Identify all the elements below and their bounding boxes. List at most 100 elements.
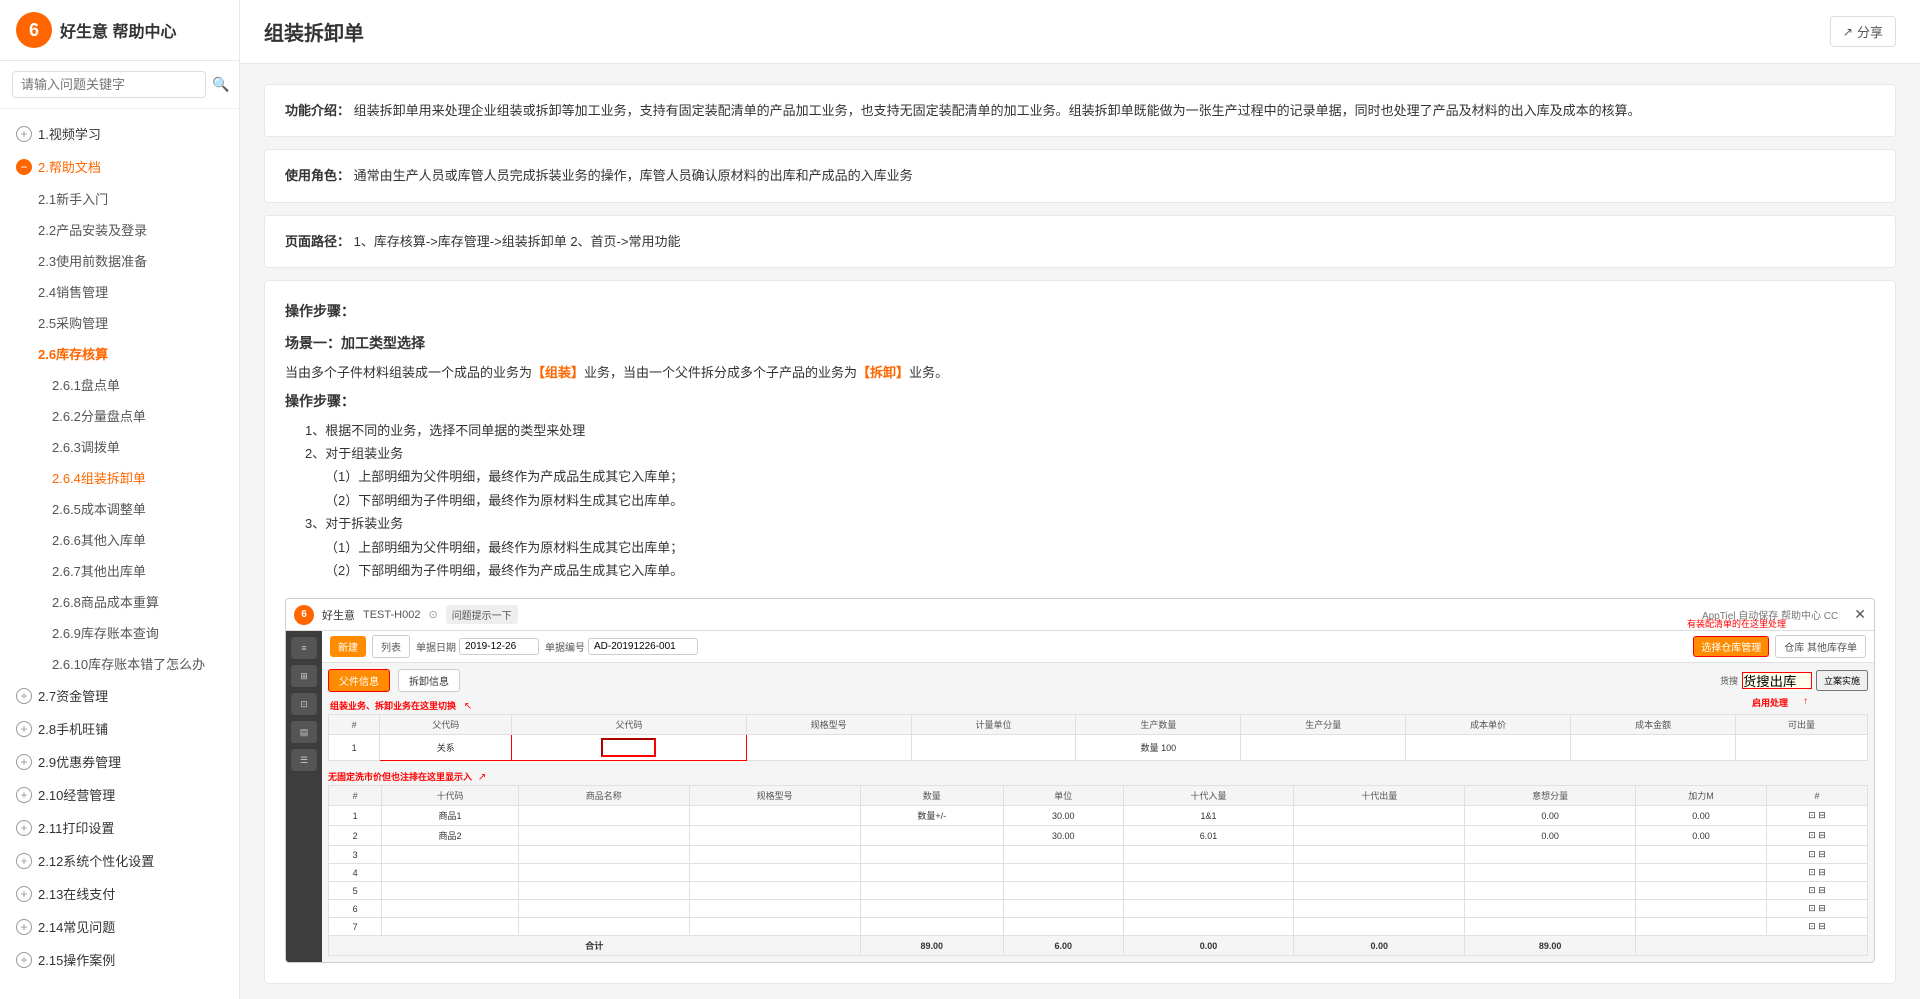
screenshot-inner: 6 好生意 TEST-H002 ⊙ 问题提示一下 AppTiel 自动保存 帮助…: [286, 599, 1874, 962]
ops-title: 操作步骤：: [285, 301, 1875, 321]
sidebar-item-purchase[interactable]: 2.5采购管理: [0, 307, 239, 338]
page-title: 组装拆卸单: [264, 17, 364, 46]
sku-input[interactable]: [588, 638, 698, 655]
sidebar-item-install[interactable]: 2.2产品安装及登录: [0, 214, 239, 245]
search-box: 🔍: [0, 61, 239, 109]
share-button[interactable]: ↗ 分享: [1830, 16, 1896, 47]
top-icon1: ⊙: [428, 608, 437, 621]
sidebar-item-inv266[interactable]: 2.6.6其他入库单: [0, 524, 239, 555]
app-sidebar-icon2[interactable]: ⊞: [291, 665, 317, 687]
nav-group-coupon: + 2.9优惠券管理: [0, 745, 239, 778]
sidebar-item-sales[interactable]: 2.4销售管理: [0, 276, 239, 307]
app-sidebar-icon3[interactable]: ⊡: [291, 693, 317, 715]
sidebar-header: 6 好生意 帮助中心: [0, 0, 239, 61]
top-btn-help[interactable]: 问题提示一下: [446, 605, 518, 624]
app-layout: ≡ ⊞ ⊡ ▤ ☰ 新建 列表: [286, 631, 1874, 962]
table-row: 1 商品1 数量+/- 30.00 1&1: [329, 806, 1868, 826]
sidebar-item-newbie[interactable]: 2.1新手入门: [0, 183, 239, 214]
footer-val2: 6.00: [1003, 936, 1123, 956]
sidebar-item-custom[interactable]: + 2.12系统个性化设置: [0, 844, 239, 877]
annotation-bottom: 无固定洗市价但也注排在这里显示入: [328, 772, 472, 782]
sidebar-item-data-prep[interactable]: 2.3使用前数据准备: [0, 245, 239, 276]
site-title: 好生意 帮助中心: [60, 18, 176, 42]
role-text: 通常由生产人员或库管人员完成拆装业务的操作，库管人员确认原材料的出库和产成品的入…: [354, 168, 913, 183]
role-block: 使用角色： 通常由生产人员或库管人员完成拆装业务的操作，库管人员确认原材料的出库…: [264, 149, 1896, 202]
nav-group-online-pay: + 2.13在线支付: [0, 877, 239, 910]
plus-icon-coupon: +: [16, 754, 32, 770]
date-input[interactable]: [459, 638, 539, 655]
sidebar-item-docs[interactable]: − 2.帮助文档: [0, 150, 239, 183]
td-unit: [911, 735, 1076, 761]
sidebar-item-faq[interactable]: + 2.14常见问题: [0, 910, 239, 943]
nav-group-custom: + 2.12系统个性化设置: [0, 844, 239, 877]
ops-steps-title: 操作步骤：: [285, 391, 1875, 411]
sidebar-item-inv263[interactable]: 2.6.3调拨单: [0, 431, 239, 462]
table-row: 1 关系 数量 100: [329, 735, 1868, 761]
bth-action: #: [1767, 786, 1868, 806]
table-row: 3⊡ ⊟: [329, 846, 1868, 864]
th-pname: 父代码: [512, 715, 746, 735]
search-input[interactable]: [12, 71, 206, 98]
app-topbar: 6 好生意 TEST-H002 ⊙ 问题提示一下 AppTiel 自动保存 帮助…: [286, 599, 1874, 631]
plus-icon-ops: +: [16, 787, 32, 803]
app-sidebar-icon5[interactable]: ☰: [291, 749, 317, 771]
test-id: TEST-H002: [363, 609, 420, 621]
nav-group-docs: − 2.帮助文档 2.1新手入门 2.2产品安装及登录 2.3使用前数据准备 2…: [0, 150, 239, 679]
footer-val4: 0.00: [1294, 936, 1465, 956]
app-search-input[interactable]: [1742, 672, 1812, 689]
sidebar-item-cases[interactable]: + 2.15操作案例: [0, 943, 239, 976]
nav-list: + 1.视频学习 − 2.帮助文档 2.1新手入门 2.2产品安装及登录 2.3…: [0, 109, 239, 999]
sidebar-item-inv267[interactable]: 2.6.7其他出库单: [0, 555, 239, 586]
app-table-top: # 父代码 父代码 规格型号 计量单位 生产数量 生产分量 成本单价: [328, 714, 1868, 761]
app-sidebar-icon4[interactable]: ▤: [291, 721, 317, 743]
th-sub-qty: 生产分量: [1241, 715, 1406, 735]
app-sidebar-icon1[interactable]: ≡: [291, 637, 317, 659]
bth-sub: 意想分量: [1465, 786, 1636, 806]
app-name: 好生意: [322, 607, 355, 623]
sidebar-item-coupon[interactable]: + 2.9优惠券管理: [0, 745, 239, 778]
arrow-icon-switch: ↖: [464, 701, 472, 712]
app-btn-approve[interactable]: 选择仓库管理: [1693, 636, 1769, 657]
sidebar-item-online-pay[interactable]: + 2.13在线支付: [0, 877, 239, 910]
app-btn-new[interactable]: 新建: [330, 636, 366, 657]
steps-area: 操作步骤： 场景一：加工类型选择 当由多个子件材料组装成一个成品的业务为【组装】…: [264, 280, 1896, 984]
sidebar-item-inv2610[interactable]: 2.6.10库存账本错了怎么办: [0, 648, 239, 679]
app-tab-disassembly[interactable]: 拆卸信息: [398, 669, 460, 692]
sidebar-item-finance[interactable]: + 2.7资金管理: [0, 679, 239, 712]
arrow-icon-bottom: ↗: [478, 772, 486, 783]
sidebar-item-inv265[interactable]: 2.6.5成本调整单: [0, 493, 239, 524]
plus-icon-print: +: [16, 820, 32, 836]
th-cost-amt: 成本金额: [1571, 715, 1736, 735]
sidebar-item-inv261[interactable]: 2.6.1盘点单: [0, 369, 239, 400]
td-pname: [512, 735, 746, 761]
app-btn-list[interactable]: 列表: [372, 635, 410, 658]
scene1-desc-text: 当由多个子件材料组装成一个成品的业务为【组装】业务，当由一个父件拆分成多个子产品…: [285, 365, 948, 380]
step3: 3、对于拆装业务: [305, 512, 1875, 535]
sidebar-item-mobile[interactable]: + 2.8手机旺铺: [0, 712, 239, 745]
th-cost-price: 成本单价: [1406, 715, 1571, 735]
nav-group-finance: + 2.7资金管理: [0, 679, 239, 712]
bth-unit: 单位: [1003, 786, 1123, 806]
share-icon: ↗: [1843, 25, 1853, 39]
app-tab-parent[interactable]: 父件信息: [328, 669, 390, 692]
nav-group-mobile: + 2.8手机旺铺: [0, 712, 239, 745]
close-icon[interactable]: ✕: [1854, 606, 1866, 623]
search-icon[interactable]: 🔍: [212, 76, 229, 93]
app-btn-action[interactable]: 仓库 其他库存单: [1775, 635, 1866, 658]
app-btn-confirm[interactable]: 立案实施: [1816, 670, 1868, 691]
sidebar-item-video[interactable]: + 1.视频学习: [0, 117, 239, 150]
sidebar-item-ops[interactable]: + 2.10经营管理: [0, 778, 239, 811]
sidebar-item-inv262[interactable]: 2.6.2分量盘点单: [0, 400, 239, 431]
th-avail: 可出量: [1736, 715, 1868, 735]
sidebar-item-inv268[interactable]: 2.6.8商品成本重算: [0, 586, 239, 617]
table-row: 5⊡ ⊟: [329, 882, 1868, 900]
sidebar: 6 好生意 帮助中心 🔍 + 1.视频学习 − 2.帮助文档 2.1新手入门 2…: [0, 0, 240, 999]
sidebar-item-inventory[interactable]: 2.6库存核算: [0, 338, 239, 369]
intro-text: 组装拆卸单用来处理企业组装或拆卸等加工业务，支持有固定装配清单的产品加工业务，也…: [354, 103, 1641, 118]
td-input[interactable]: [601, 738, 656, 757]
path-block: 页面路径： 1、库存核算->库存管理->组装拆卸单 2、首页->常用功能: [264, 215, 1896, 268]
sidebar-item-print[interactable]: + 2.11打印设置: [0, 811, 239, 844]
sidebar-item-inv269[interactable]: 2.6.9库存账本查询: [0, 617, 239, 648]
logo-icon: 6: [16, 12, 52, 48]
sidebar-item-inv264[interactable]: 2.6.4组装拆卸单: [0, 462, 239, 493]
